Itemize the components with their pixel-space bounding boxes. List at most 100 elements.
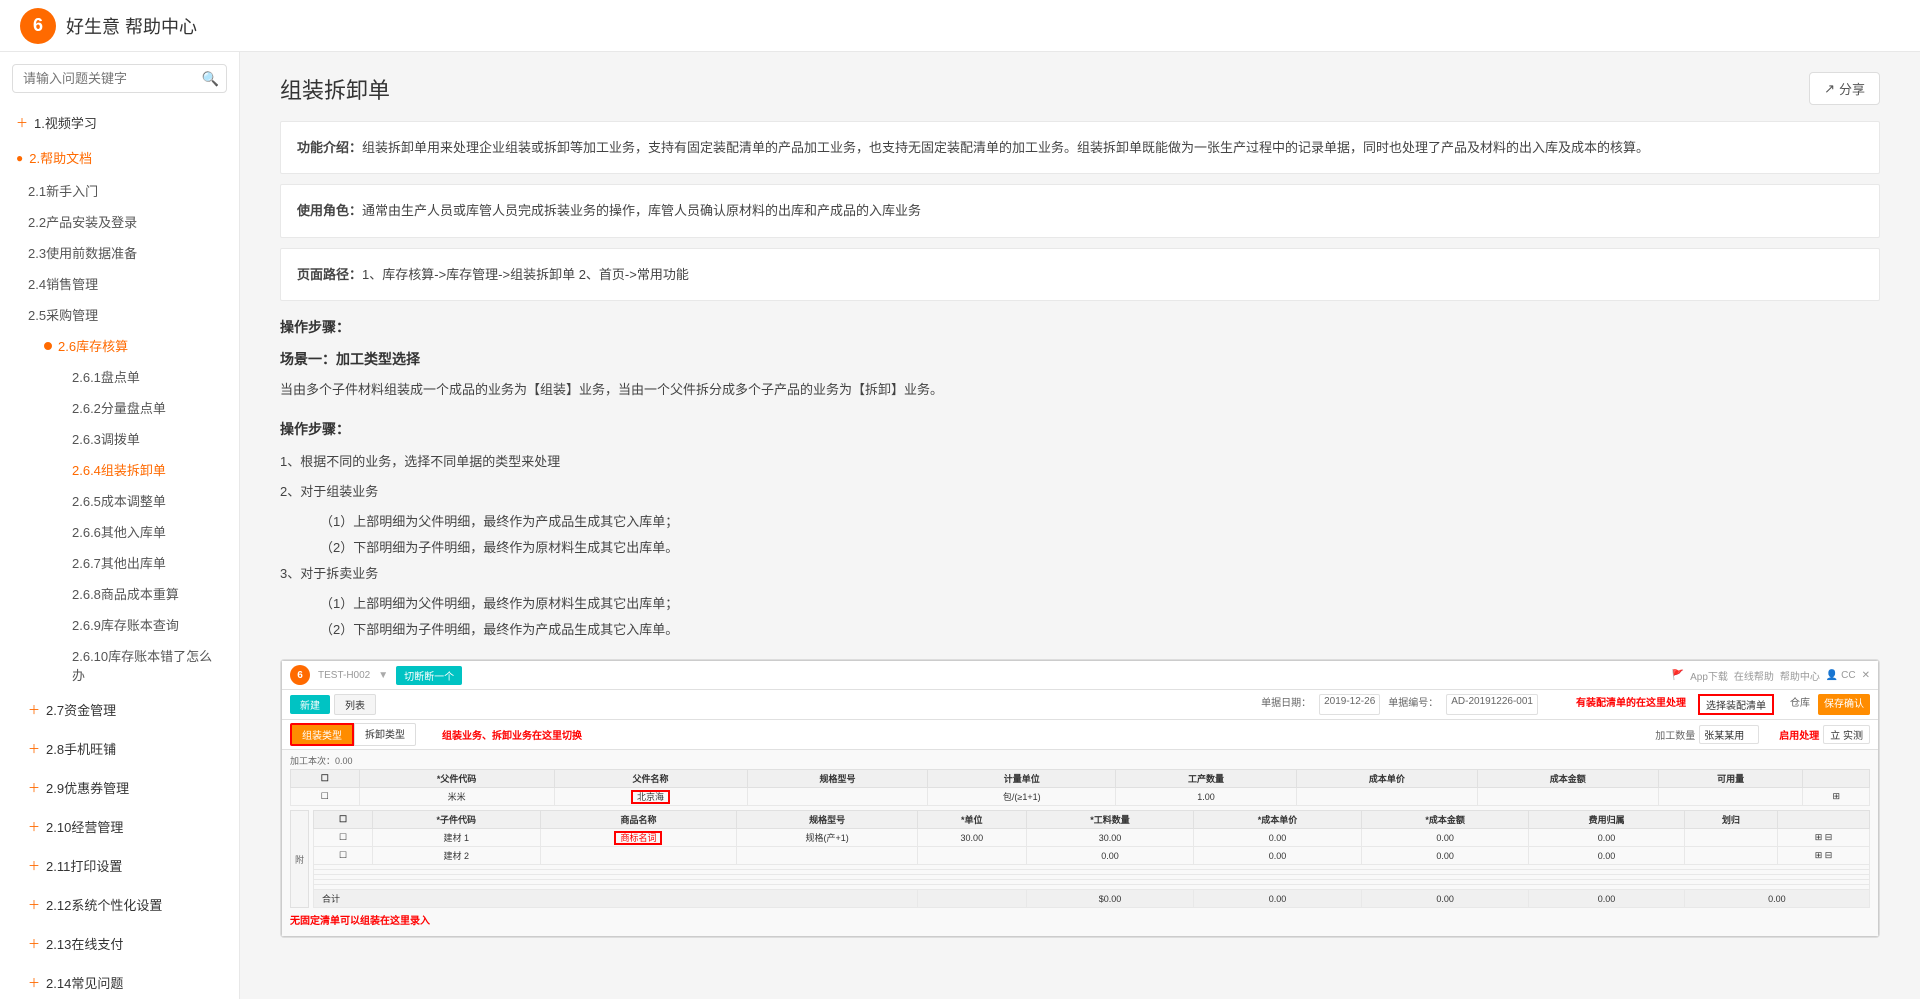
sidebar-item-2-10[interactable]: ＋ 2.10经营管理 — [28, 807, 239, 846]
screenshot-container: 6 TEST-H002 ▼ 切断断一个 🚩 App下载 在线帮助 帮助中心 👤 … — [280, 659, 1880, 938]
mock-content-area: 加工本次：0.00 ☐ *父件代码 父件名称 规格型号 计量单位 — [282, 750, 1878, 936]
share-button[interactable]: ↗ 分享 — [1809, 72, 1880, 105]
step-3-1: （1）上部明细为父件明细，最终作为原材料生成其它出库单； — [280, 591, 1880, 617]
sidebar-item-2-3[interactable]: 2.3使用前数据准备 — [28, 237, 239, 268]
sidebar-item-label: 2.6库存核算 — [58, 336, 128, 355]
cell-avail-1 — [1658, 788, 1803, 806]
open-dot-icon — [44, 342, 52, 350]
mock-quantity-label: 加工数量 — [1655, 727, 1695, 742]
mock-dropdown-icon: ▼ — [378, 670, 388, 681]
path-text: 1、库存核算->库存管理->组装拆卸单 2、首页->常用功能 — [362, 267, 689, 282]
sidebar-item-2-12[interactable]: ＋ 2.12系统个性化设置 — [28, 885, 239, 924]
sidebar-item-2-6-7[interactable]: 2.6.7其他出库单 — [72, 547, 239, 578]
sidebar: 🔍 ＋ 1.视频学习 ● 2.帮助文档 2.1新手入门 2.2产品安装及登录 2… — [0, 52, 240, 999]
sub-row1-spec: 规格(产+1) — [737, 829, 917, 847]
sub-row1-check[interactable]: ☐ — [314, 829, 373, 847]
annotation-enable: 启用处理 — [1779, 727, 1819, 742]
sub-row2-avail: 0.00 — [1529, 847, 1684, 865]
sidebar-item-2-9[interactable]: ＋ 2.9优惠券管理 — [28, 768, 239, 807]
mock-close-icon: ✕ — [1862, 670, 1870, 681]
sidebar-item-2-13[interactable]: ＋ 2.13在线支付 — [28, 924, 239, 963]
annotation-nofixed: 无固定清单可以组装在这里录入 — [290, 916, 430, 927]
scene1-desc: 当由多个子件材料组装成一个成品的业务为【组装】业务，当由一个父件拆分成多个子产品… — [280, 377, 1880, 403]
cell-price-1 — [1296, 788, 1477, 806]
sidebar-item-2-5[interactable]: 2.5采购管理 — [28, 299, 239, 330]
mock-type-disassemble[interactable]: 拆卸类型 — [354, 723, 416, 746]
col-qty: 计量单位 — [928, 770, 1116, 788]
role-label: 使用角色： — [297, 203, 362, 218]
site-name: 好生意 帮助中心 — [66, 13, 197, 39]
sidebar-item-2-6-3[interactable]: 2.6.3调拨单 — [72, 423, 239, 454]
mock-logo: 6 — [290, 665, 310, 685]
sidebar-item-docs[interactable]: ● 2.帮助文档 — [0, 140, 239, 175]
mock-field-confirm-btn[interactable]: 保存确认 — [1818, 694, 1870, 715]
sub-row2-check[interactable]: ☐ — [314, 847, 373, 865]
sidebar-item-2-2[interactable]: 2.2产品安装及登录 — [28, 206, 239, 237]
ops-steps-title: 操作步骤： — [280, 419, 1880, 439]
main-content: 组装拆卸单 ↗ 分享 功能介绍：组装拆卸单用来处理企业组装或拆卸等加工业务，支持… — [240, 52, 1920, 999]
sidebar-item-2-6-10[interactable]: 2.6.10库存账本错了怎么办 — [72, 640, 239, 690]
mock-tab-list[interactable]: 列表 — [334, 694, 376, 715]
sidebar-item-2-6-4[interactable]: 2.6.4组装拆卸单 — [72, 454, 239, 485]
sidebar-item-2-4[interactable]: 2.4销售管理 — [28, 268, 239, 299]
sub-row2-归 — [1684, 847, 1777, 865]
func-intro-text: 组装拆卸单用来处理企业组装或拆卸等加工业务，支持有固定装配清单的产品加工业务，也… — [362, 140, 1649, 155]
share-label: 分享 — [1839, 79, 1865, 98]
foot-avail: 0.00 — [1529, 890, 1684, 908]
foot-label: 合计 — [314, 890, 918, 908]
sidebar-item-2-1[interactable]: 2.1新手入门 — [28, 175, 239, 206]
sub-row2-code: 建材 2 — [372, 847, 540, 865]
mock-enable-btn[interactable]: 立 实测 — [1823, 725, 1870, 744]
step-3: 3、对于拆卖业务 — [280, 561, 1880, 587]
mock-field-warehouse-label: 仓库 — [1790, 694, 1810, 715]
mock-app-window: 6 TEST-H002 ▼ 切断断一个 🚩 App下载 在线帮助 帮助中心 👤 … — [281, 660, 1879, 937]
mock-field-no[interactable]: AD-20191226-001 — [1446, 694, 1538, 715]
mock-type-assemble[interactable]: 组装类型 — [290, 723, 354, 746]
sub-col-op: 划归 — [1684, 811, 1777, 829]
sub-row1-code: 建材 1 — [372, 829, 540, 847]
step-3-2: （2）下部明细为子件明细，最终作为产成品生成其它入库单。 — [280, 617, 1880, 643]
mock-side-panel: 附 — [290, 810, 309, 908]
sub-row1-归 — [1684, 829, 1777, 847]
sidebar-search-area: 🔍 — [0, 64, 239, 105]
col-count: 工产数量 — [1116, 770, 1297, 788]
sidebar-item-2-11[interactable]: ＋ 2.11打印设置 — [28, 846, 239, 885]
sidebar-item-2-6[interactable]: 2.6库存核算 — [28, 330, 239, 361]
step-1: 1、根据不同的业务，选择不同单据的类型来处理 — [280, 449, 1880, 475]
col-avail: 可用量 — [1658, 770, 1803, 788]
logo-icon: 6 — [20, 8, 56, 44]
mock-field-date[interactable]: 2019-12-26 — [1319, 694, 1380, 715]
sidebar-item-2-14[interactable]: ＋ 2.14常见问题 — [28, 963, 239, 999]
sidebar-item-2-6-2[interactable]: 2.6.2分量盘点单 — [72, 392, 239, 423]
mock-quantity-input[interactable]: 张某某用 — [1699, 725, 1759, 744]
sub-row2-unit — [917, 847, 1026, 865]
sub-name-highlight[interactable]: 商标名词 — [614, 831, 662, 845]
mock-icon-help: 在线帮助 — [1734, 668, 1774, 683]
foot-total2: 0.00 — [1361, 890, 1529, 908]
sidebar-2-6-children: 2.6.1盘点单 2.6.2分量盘点单 2.6.3调拨单 2.6.4组装拆卸单 … — [28, 361, 239, 690]
sub-row2-name — [540, 847, 737, 865]
mock-tab-new[interactable]: 新建 — [290, 695, 330, 714]
sidebar-cat-label: 2.帮助文档 — [29, 148, 92, 167]
sidebar-item-2-6-6[interactable]: 2.6.6其他入库单 — [72, 516, 239, 547]
cell-name-1: 北京海 — [554, 788, 747, 806]
cell-check-1[interactable]: ☐ — [291, 788, 360, 806]
sidebar-item-2-7[interactable]: ＋ 2.7资金管理 — [28, 690, 239, 729]
step-2: 2、对于组装业务 — [280, 479, 1880, 505]
sidebar-item-video[interactable]: ＋ 1.视频学习 — [0, 105, 239, 140]
cell-name-highlight[interactable]: 北京海 — [631, 790, 670, 804]
sidebar-item-2-6-5[interactable]: 2.6.5成本调整单 — [72, 485, 239, 516]
step-2-1: （1）上部明细为父件明细，最终作为产成品生成其它入库单； — [280, 509, 1880, 535]
mock-highlight-btn: 切断断一个 — [396, 666, 462, 685]
sidebar-item-2-8[interactable]: ＋ 2.8手机旺铺 — [28, 729, 239, 768]
col-cost: 成本单价 — [1296, 770, 1477, 788]
search-input[interactable] — [12, 64, 227, 93]
cell-total-1 — [1477, 788, 1658, 806]
scene1-title: 场景一：加工类型选择 — [280, 349, 1880, 369]
sub-row1-cost: 0.00 — [1194, 829, 1362, 847]
mock-icon-app: App下载 — [1690, 668, 1728, 683]
sidebar-item-2-6-8[interactable]: 2.6.8商品成本重算 — [72, 578, 239, 609]
sidebar-item-2-6-9[interactable]: 2.6.9库存账本查询 — [72, 609, 239, 640]
mock-select-bom[interactable]: 选择装配清单 — [1698, 694, 1774, 715]
sidebar-item-2-6-1[interactable]: 2.6.1盘点单 — [72, 361, 239, 392]
